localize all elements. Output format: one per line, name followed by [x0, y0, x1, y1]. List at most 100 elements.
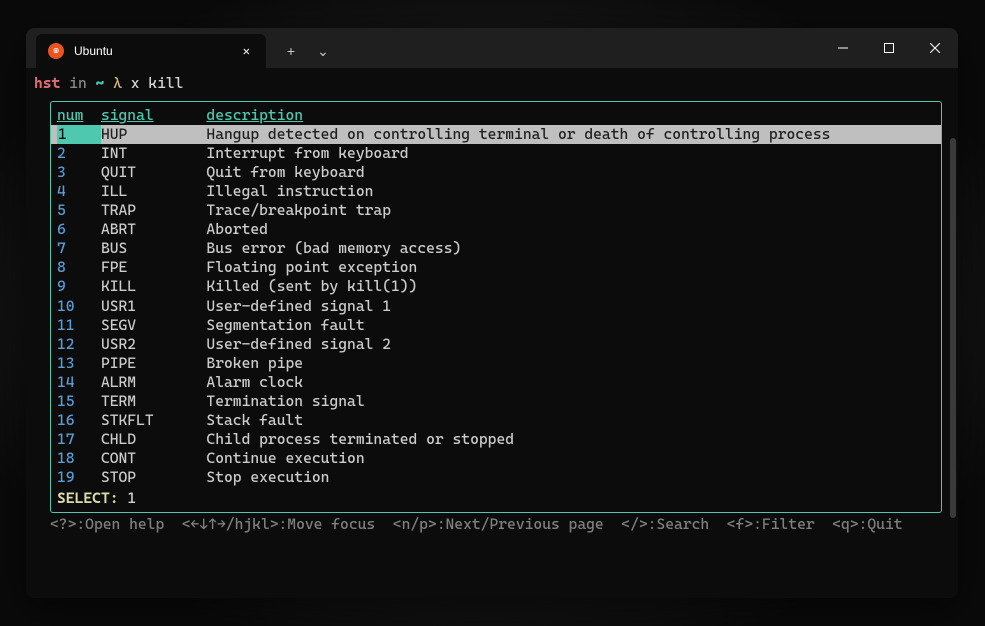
row-description: Continue execution	[206, 449, 364, 468]
header-description: description	[206, 106, 303, 125]
row-signal: CONT	[101, 449, 206, 468]
row-num: 4	[57, 182, 101, 201]
tab-dropdown-icon[interactable]: ⌄	[310, 43, 336, 60]
row-description: Trace/breakpoint trap	[206, 201, 391, 220]
row-num: 5	[57, 201, 101, 220]
close-tab-icon[interactable]: ✕	[239, 44, 254, 58]
table-row[interactable]: 11 SEGVSegmentation fault	[51, 316, 941, 335]
row-signal: STKFLT	[101, 411, 206, 430]
row-num: 11	[57, 316, 101, 335]
minimize-button[interactable]	[820, 28, 866, 68]
footer-hints: <?>:Open help <←↓↑→/hjkl>:Move focus <n/…	[32, 513, 952, 538]
row-num: 12	[57, 335, 101, 354]
prompt-symbol: λ	[104, 74, 130, 92]
row-description: Child process terminated or stopped	[206, 430, 514, 449]
terminal-body[interactable]: hst in ~ λ x kill num signaldescription …	[26, 68, 958, 598]
row-description: Termination signal	[206, 392, 364, 411]
select-label: SELECT:	[57, 489, 119, 507]
table-row[interactable]: 8 FPEFloating point exception	[51, 258, 941, 277]
table-row[interactable]: 2 INTInterrupt from keyboard	[51, 144, 941, 163]
row-signal: INT	[101, 144, 206, 163]
row-signal: TRAP	[101, 201, 206, 220]
row-signal: ABRT	[101, 220, 206, 239]
row-description: Alarm clock	[206, 373, 303, 392]
row-description: User-defined signal 1	[206, 297, 391, 316]
row-description: Stack fault	[206, 411, 303, 430]
row-description: Interrupt from keyboard	[206, 144, 408, 163]
ubuntu-icon: ◉	[48, 43, 64, 59]
row-num: 6	[57, 220, 101, 239]
table-row[interactable]: 5 TRAPTrace/breakpoint trap	[51, 201, 941, 220]
row-signal: ALRM	[101, 373, 206, 392]
window-controls	[820, 28, 958, 68]
scrollbar[interactable]	[950, 138, 956, 518]
row-num: 10	[57, 297, 101, 316]
table-row[interactable]: 15 TERMTermination signal	[51, 392, 941, 411]
new-tab-button[interactable]: +	[278, 43, 304, 59]
select-line: SELECT: 1	[51, 487, 941, 508]
row-description: Segmentation fault	[206, 316, 364, 335]
row-signal: STOP	[101, 468, 206, 487]
header-signal: signal	[101, 106, 206, 125]
table-row[interactable]: 17 CHLDChild process terminated or stopp…	[51, 430, 941, 449]
row-signal: USR2	[101, 335, 206, 354]
prompt-sep: in	[60, 74, 95, 92]
row-num: 18	[57, 449, 101, 468]
table-row[interactable]: 18 CONTContinue execution	[51, 449, 941, 468]
tab-title: Ubuntu	[74, 44, 229, 58]
table-row[interactable]: 10 USR1User-defined signal 1	[51, 297, 941, 316]
signal-panel: num signaldescription 1 HUPHangup detect…	[50, 101, 942, 513]
table-row[interactable]: 19 STOPStop execution	[51, 468, 941, 487]
row-signal: SEGV	[101, 316, 206, 335]
row-description: User-defined signal 2	[206, 335, 391, 354]
row-description: Hangup detected on controlling terminal …	[206, 125, 830, 144]
row-num: 3	[57, 163, 101, 182]
table-row[interactable]: 12 USR2User-defined signal 2	[51, 335, 941, 354]
row-signal: QUIT	[101, 163, 206, 182]
prompt-host: hst	[34, 74, 60, 92]
table-row[interactable]: 3 QUITQuit from keyboard	[51, 163, 941, 182]
row-description: Floating point exception	[206, 258, 417, 277]
prompt-dir: ~	[96, 74, 105, 92]
row-description: Broken pipe	[206, 354, 303, 373]
row-num: 2	[57, 144, 101, 163]
terminal-window: ◉ Ubuntu ✕ + ⌄ hst in ~ λ x kill num sig…	[26, 28, 958, 598]
table-row[interactable]: 14 ALRMAlarm clock	[51, 373, 941, 392]
header-num: num	[57, 106, 101, 125]
row-signal: PIPE	[101, 354, 206, 373]
row-description: Killed (sent by kill(1))	[206, 277, 417, 296]
prompt-command: x kill	[131, 74, 184, 92]
titlebar: ◉ Ubuntu ✕ + ⌄	[26, 28, 958, 68]
table-row[interactable]: 4 ILLIllegal instruction	[51, 182, 941, 201]
row-num: 9	[57, 277, 101, 296]
row-signal: ILL	[101, 182, 206, 201]
tab-actions: + ⌄	[266, 34, 336, 68]
row-num: 7	[57, 239, 101, 258]
row-signal: TERM	[101, 392, 206, 411]
table-row[interactable]: 1 HUPHangup detected on controlling term…	[51, 125, 941, 144]
row-signal: CHLD	[101, 430, 206, 449]
row-num: 16	[57, 411, 101, 430]
prompt-line: hst in ~ λ x kill	[32, 74, 952, 101]
row-num: 19	[57, 468, 101, 487]
table-row[interactable]: 7 BUSBus error (bad memory access)	[51, 239, 941, 258]
table-header: num signaldescription	[51, 106, 941, 125]
row-description: Quit from keyboard	[206, 163, 364, 182]
select-value: 1	[119, 489, 137, 507]
row-signal: BUS	[101, 239, 206, 258]
row-signal: KILL	[101, 277, 206, 296]
row-num: 1	[57, 125, 101, 144]
row-num: 8	[57, 258, 101, 277]
row-num: 13	[57, 354, 101, 373]
tab-ubuntu[interactable]: ◉ Ubuntu ✕	[36, 34, 266, 68]
row-num: 17	[57, 430, 101, 449]
close-window-button[interactable]	[912, 28, 958, 68]
row-num: 14	[57, 373, 101, 392]
table-row[interactable]: 16 STKFLTStack fault	[51, 411, 941, 430]
table-row[interactable]: 6 ABRTAborted	[51, 220, 941, 239]
row-description: Stop execution	[206, 468, 329, 487]
row-description: Illegal instruction	[206, 182, 373, 201]
table-row[interactable]: 9 KILLKilled (sent by kill(1))	[51, 277, 941, 296]
maximize-button[interactable]	[866, 28, 912, 68]
table-row[interactable]: 13 PIPEBroken pipe	[51, 354, 941, 373]
